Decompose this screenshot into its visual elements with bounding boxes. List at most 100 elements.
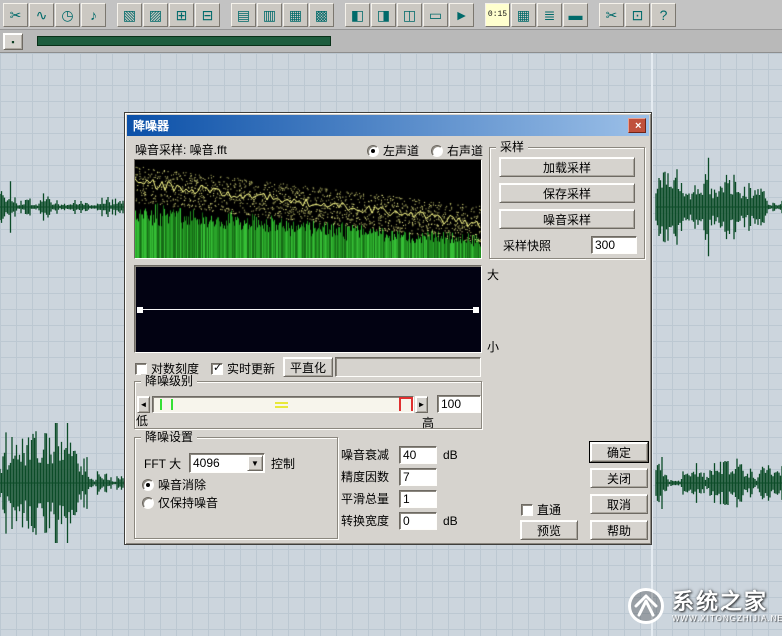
close-action-button[interactable]: 关闭 [590, 468, 648, 488]
right-channel-label: 右声道 [447, 142, 483, 159]
chevron-down-icon[interactable]: ▼ [247, 455, 263, 471]
load-sample-button[interactable]: 加载采样 [499, 157, 635, 177]
window-split-icon: ◫ [403, 8, 416, 22]
checkbox-icon[interactable] [211, 363, 223, 375]
right-channel-radio[interactable]: 右声道 [431, 142, 483, 159]
sampling-group-label: 采样 [496, 140, 528, 155]
radio-icon[interactable] [431, 145, 443, 157]
ok-button[interactable]: 确定 [590, 442, 648, 462]
cut-button[interactable]: ✂ [3, 3, 28, 27]
wave-button[interactable]: ∿ [29, 3, 54, 27]
noise-reducer-dialog: 降噪器 × 噪音采样: 噪音.fft 左声道 右声道 [124, 112, 652, 545]
radio-icon[interactable] [142, 497, 154, 509]
snip-button[interactable]: ✂ [599, 3, 624, 27]
toolbar-group-display: 0:15 ▦ ≣ ▬ [485, 3, 588, 27]
level-increase-button[interactable]: ► [415, 396, 428, 413]
grid-view-icon: ▦ [289, 8, 302, 22]
audio-editor-window: ✂∿◷♪ ▧▨⊞⊟ ▤▥▦▩ ◧◨◫▭► 0:15▦≣▬ ✂⊡? ▪ 降噪器 × [0, 0, 782, 636]
bars-icon: ▬ [569, 8, 583, 22]
bars-button[interactable]: ▬ [563, 3, 588, 27]
note-icon: ♪ [90, 8, 97, 22]
dialog-titlebar[interactable]: 降噪器 × [127, 115, 649, 136]
track-view-button[interactable]: ▤ [231, 3, 256, 27]
play-button[interactable]: ► [449, 3, 474, 27]
time-display-icon: 0:15 [488, 11, 507, 19]
parameter-input[interactable] [399, 490, 437, 508]
help-button[interactable]: 帮助 [590, 520, 648, 540]
parameter-input[interactable] [399, 512, 437, 530]
list-icon: ≣ [544, 8, 556, 22]
radio-icon[interactable] [142, 479, 154, 491]
level-value-input[interactable] [437, 395, 481, 413]
parameter-row: 转换宽度 dB [341, 512, 501, 529]
clock-icon: ◷ [61, 8, 73, 22]
waveform-editor[interactable]: 降噪器 × 噪音采样: 噪音.fft 左声道 右声道 [0, 53, 782, 636]
window-button[interactable]: ▭ [423, 3, 448, 27]
transport-bar: ▪ [0, 30, 782, 53]
flatten-button[interactable]: 平直化 [283, 357, 333, 377]
envelope-max-label: 大 [487, 268, 499, 282]
bypass-checkbox[interactable]: 直通 [521, 501, 561, 518]
parameter-input[interactable] [399, 468, 437, 486]
checkbox-icon[interactable] [135, 363, 147, 375]
preview-button[interactable]: 预览 [520, 520, 578, 540]
clock-button[interactable]: ◷ [55, 3, 80, 27]
level-slider-track[interactable] [152, 396, 414, 413]
transport-small-button[interactable]: ▪ [3, 33, 23, 50]
envelope-left-handle[interactable] [137, 307, 143, 313]
help-button[interactable]: ? [651, 3, 676, 27]
level-decrease-button[interactable]: ◄ [137, 396, 150, 413]
remove-noise-label: 噪音消除 [158, 476, 206, 493]
window-right-button[interactable]: ◨ [371, 3, 396, 27]
note-button[interactable]: ♪ [81, 3, 106, 27]
radio-icon[interactable] [367, 145, 379, 157]
envelope-line[interactable] [137, 309, 479, 310]
window-left-button[interactable]: ◧ [345, 3, 370, 27]
parameter-input[interactable] [399, 446, 437, 464]
level-group-label: 降噪级别 [141, 374, 197, 389]
session-progress-bar[interactable] [37, 36, 331, 46]
keep-noise-label: 仅保持噪音 [158, 494, 218, 511]
zoom-wave-button[interactable]: ▨ [143, 3, 168, 27]
left-channel-radio[interactable]: 左声道 [367, 142, 419, 159]
parameter-row: 平滑总量 [341, 490, 501, 507]
window-icon: ▭ [429, 8, 442, 22]
cancel-button[interactable]: 取消 [590, 494, 648, 514]
envelope-right-handle[interactable] [473, 307, 479, 313]
spectral-view-button[interactable]: ▩ [309, 3, 334, 27]
zoom-out-button[interactable]: ⊟ [195, 3, 220, 27]
snapshot-label: 采样快照 [503, 239, 551, 253]
window-left-icon: ◧ [351, 8, 364, 22]
watermark-title: 系统之家 [672, 590, 782, 614]
parameter-unit: dB [443, 514, 459, 528]
fft-size-select[interactable]: 4096 ▼ [189, 453, 265, 473]
ruler-button[interactable]: ▦ [511, 3, 536, 27]
zoom-in-button[interactable]: ⊞ [169, 3, 194, 27]
checkbox-icon[interactable] [521, 504, 533, 516]
keep-noise-radio[interactable]: 仅保持噪音 [142, 494, 218, 511]
realtime-update-checkbox[interactable]: 实时更新 [211, 360, 275, 377]
window-split-button[interactable]: ◫ [397, 3, 422, 27]
noise-sample-button[interactable]: 噪音采样 [499, 209, 635, 229]
zoom-select-button[interactable]: ▧ [117, 3, 142, 27]
toolbar-group-edit: ✂∿ ◷ ♪ [3, 3, 106, 27]
window-right-icon: ◨ [377, 8, 390, 22]
calculator-button[interactable]: ⊡ [625, 3, 650, 27]
time-display-button[interactable]: 0:15 [485, 3, 510, 27]
parameter-label: 噪音衰减 [341, 446, 393, 463]
snapshot-input[interactable] [591, 236, 637, 254]
zoom-select-icon: ▧ [123, 8, 136, 22]
parameter-label: 转换宽度 [341, 512, 393, 529]
parameter-label: 平滑总量 [341, 490, 393, 507]
remove-noise-radio[interactable]: 噪音消除 [142, 476, 206, 493]
save-sample-button[interactable]: 保存采样 [499, 183, 635, 203]
square-icon: ▪ [11, 37, 14, 47]
close-button[interactable]: × [628, 118, 646, 133]
mixer-view-button[interactable]: ▥ [257, 3, 282, 27]
noise-envelope-display [134, 265, 482, 353]
grid-view-button[interactable]: ▦ [283, 3, 308, 27]
watermark-caption: WWW.XITONGZHIJIA.NET [672, 614, 782, 623]
list-button[interactable]: ≣ [537, 3, 562, 27]
envelope-min-label: 小 [487, 340, 499, 354]
xitongzhijia-logo-icon [626, 586, 666, 626]
